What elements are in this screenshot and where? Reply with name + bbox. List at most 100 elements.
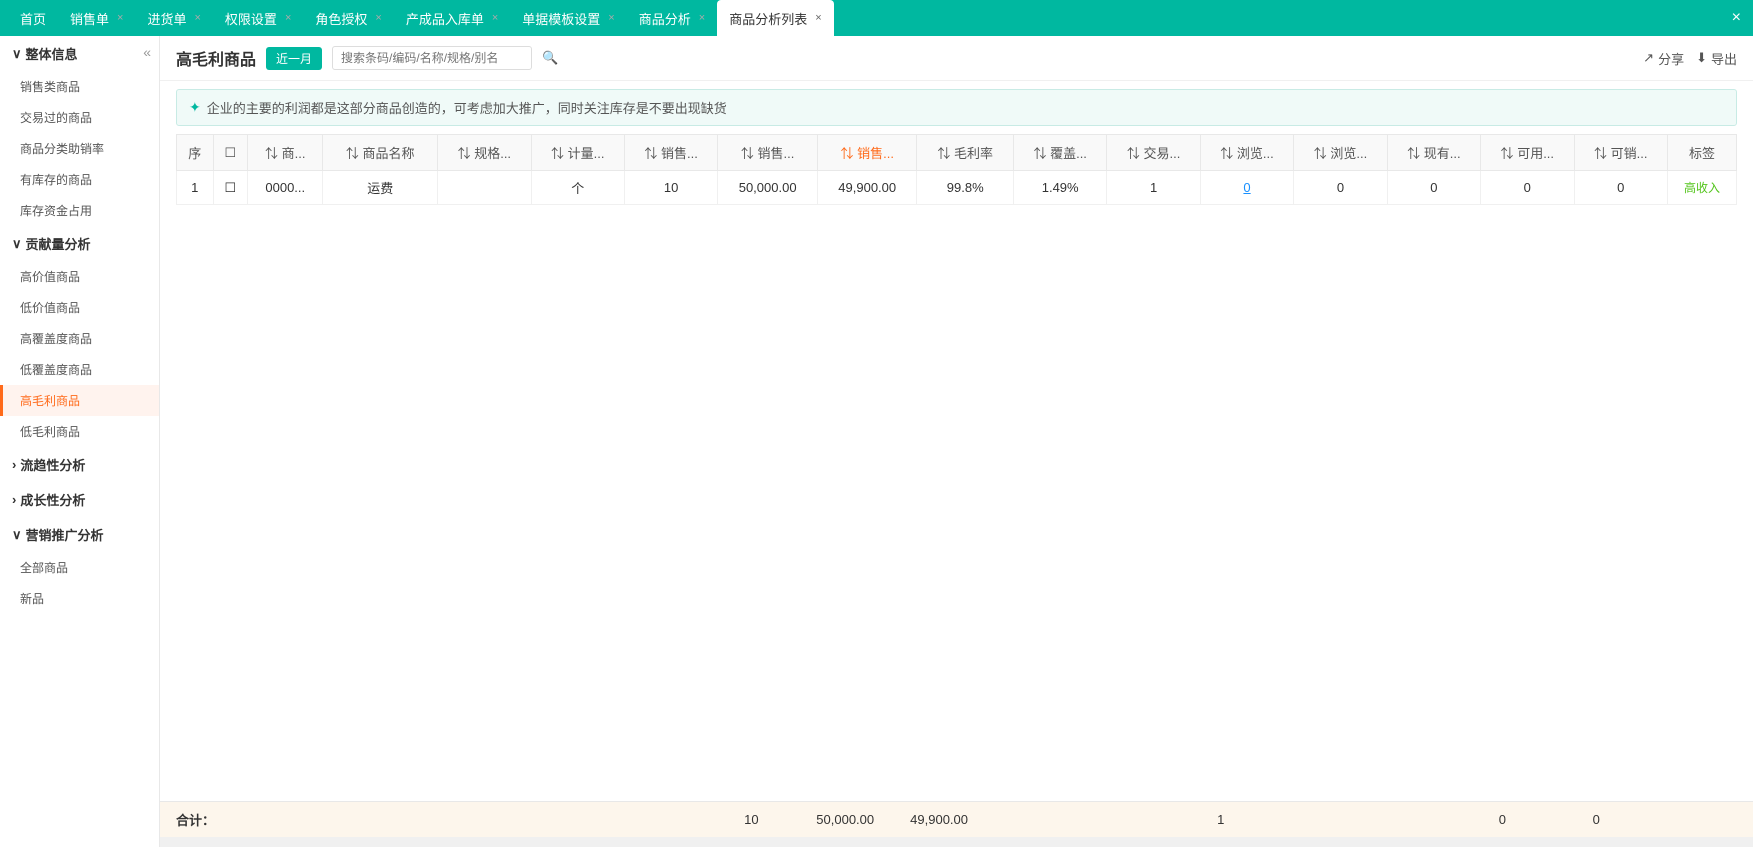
chevron-right-icon: › [12,457,16,472]
footer-cell-empty4 [517,812,611,827]
col-sale-profit[interactable]: ⇅ 销售... [817,135,917,171]
sidebar-group-trend[interactable]: › 流趋性分析 [0,447,159,482]
search-icon[interactable]: 🔍 [542,50,558,66]
nav-tab-product-storage[interactable]: 产成品入库单 × [394,0,510,36]
col-available-stock[interactable]: ⇅ 可用... [1481,135,1574,171]
col-coverage[interactable]: ⇅ 覆盖... [1013,135,1106,171]
cell-sale-qty: 10 [624,171,717,205]
cell-spec [438,171,531,205]
page-title: 高毛利商品 [176,46,256,70]
footer-sale-profit: 49,900.00 [892,812,986,827]
cell-trade-count: 1 [1107,171,1200,205]
cell-current-stock: 0 [1387,171,1480,205]
nav-tab-purchase[interactable]: 进货单 × [135,0,212,36]
nav-tab-product-analysis-list[interactable]: 商品分析列表 × [717,0,833,36]
cell-checkbox[interactable]: ☐ [213,171,248,205]
footer-trade-count: 1 [1174,812,1268,827]
cell-view1[interactable]: 0 [1200,171,1293,205]
table-container: 序 ☐ ⇅ 商... ⇅ 商品名称 ⇅ 规格... ⇅ 计量... ⇅ 销售..… [160,134,1753,801]
close-icon[interactable]: × [117,12,123,24]
main-layout: « ∨ 整体信息 销售类商品 交易过的商品 商品分类助销率 有库存的商品 库存资… [0,36,1753,847]
cell-index: 1 [177,171,214,205]
close-icon[interactable]: × [699,12,705,24]
nav-tab-sales[interactable]: 销售单 × [58,0,135,36]
close-icon[interactable]: × [815,12,821,24]
sidebar-group-overall[interactable]: ∨ 整体信息 [0,36,159,71]
export-button[interactable]: ⬇ 导出 [1696,49,1737,68]
footer-empty-view1 [1268,812,1362,827]
sort-icon: ⇅ [265,146,278,161]
sidebar: « ∨ 整体信息 销售类商品 交易过的商品 商品分类助销率 有库存的商品 库存资… [0,36,160,847]
sidebar-item-all-goods[interactable]: 全部商品 [0,552,159,583]
nav-tab-role[interactable]: 角色授权 × [303,0,393,36]
sidebar-item-high-margin[interactable]: 高毛利商品 [0,385,159,416]
sidebar-group-contribution[interactable]: ∨ 贡献量分析 [0,226,159,261]
cell-name: 运费 [323,171,438,205]
period-button[interactable]: 近一月 [266,47,322,70]
col-sellable-stock[interactable]: ⇅ 可销... [1574,135,1667,171]
sidebar-item-new-goods[interactable]: 新品 [0,583,159,614]
col-unit[interactable]: ⇅ 计量... [531,135,624,171]
col-sale-qty[interactable]: ⇅ 销售... [624,135,717,171]
nav-tab-template[interactable]: 单据模板设置 × [510,0,626,36]
footer-current-stock: 0 [1455,812,1549,827]
sidebar-group-growth[interactable]: › 成长性分析 [0,482,159,517]
sort-icon: ⇅ [346,146,359,161]
footer-sale-amount: 50,000.00 [798,812,892,827]
nav-tab-product-analysis[interactable]: 商品分析 × [627,0,717,36]
footer-cell-empty2 [329,812,423,827]
header-actions: ↗ 分享 ⬇ 导出 [1643,49,1737,68]
col-current-stock[interactable]: ⇅ 现有... [1387,135,1480,171]
sidebar-item-high-value[interactable]: 高价值商品 [0,261,159,292]
sidebar-item-low-margin[interactable]: 低毛利商品 [0,416,159,447]
sort-icon: ⇅ [840,146,853,161]
close-icon[interactable]: × [492,12,498,24]
close-icon[interactable]: × [194,12,200,24]
horizontal-scrollbar[interactable] [160,837,1753,847]
export-icon: ⬇ [1696,50,1707,66]
col-checkbox[interactable]: ☐ [213,135,248,171]
sidebar-item-traded-goods[interactable]: 交易过的商品 [0,102,159,133]
col-view2[interactable]: ⇅ 浏览... [1294,135,1387,171]
content-area: 高毛利商品 近一月 🔍 ↗ 分享 ⬇ 导出 ✦ 企业的主要的利润都是这部分商品创… [160,36,1753,847]
col-spec[interactable]: ⇅ 规格... [438,135,531,171]
sidebar-item-high-coverage[interactable]: 高覆盖度商品 [0,323,159,354]
info-banner: ✦ 企业的主要的利润都是这部分商品创造的，可考虑加大推广，同时关注库存是不要出现… [176,89,1737,126]
sidebar-item-sales-goods[interactable]: 销售类商品 [0,71,159,102]
footer-cells: 10 50,000.00 49,900.00 1 0 0 [235,812,1737,827]
sidebar-item-low-coverage[interactable]: 低覆盖度商品 [0,354,159,385]
sort-icon: ⇅ [551,146,564,161]
footer-empty-tag [1643,812,1737,827]
col-index: 序 [177,135,214,171]
nav-tab-home[interactable]: 首页 [8,0,58,36]
sort-icon: ⇅ [1594,146,1607,161]
sidebar-item-stock-capital[interactable]: 库存资金占用 [0,195,159,226]
col-name[interactable]: ⇅ 商品名称 [323,135,438,171]
col-gross-margin[interactable]: ⇅ 毛利率 [917,135,1013,171]
nav-tab-permissions[interactable]: 权限设置 × [213,0,303,36]
col-trade-count[interactable]: ⇅ 交易... [1107,135,1200,171]
footer-empty-view2 [1362,812,1456,827]
close-icon[interactable]: × [285,12,291,24]
search-input[interactable] [332,46,532,70]
sidebar-group-marketing[interactable]: ∨ 营销推广分析 [0,517,159,552]
chevron-down-icon: ∨ [12,527,22,543]
sidebar-item-category-rate[interactable]: 商品分类助销率 [0,133,159,164]
sidebar-item-stock-goods[interactable]: 有库存的商品 [0,164,159,195]
col-sale-amount[interactable]: ⇅ 销售... [718,135,818,171]
chevron-down-icon: ∨ [12,236,22,252]
cell-unit: 个 [531,171,624,205]
chevron-right-icon: › [12,492,16,507]
col-view1[interactable]: ⇅ 浏览... [1200,135,1293,171]
cell-gross-margin: 99.8% [917,171,1013,205]
share-button[interactable]: ↗ 分享 [1643,49,1684,68]
footer-totals: 合计： 10 50,000.00 49,900.00 1 0 0 [160,801,1753,837]
share-icon: ↗ [1643,50,1654,66]
window-close-icon[interactable]: × [1732,9,1741,27]
close-icon[interactable]: × [608,12,614,24]
close-icon[interactable]: × [375,12,381,24]
sidebar-collapse-icon[interactable]: « [143,44,151,60]
sidebar-item-low-value[interactable]: 低价值商品 [0,292,159,323]
cell-sale-profit: 49,900.00 [817,171,917,205]
col-code[interactable]: ⇅ 商... [248,135,323,171]
